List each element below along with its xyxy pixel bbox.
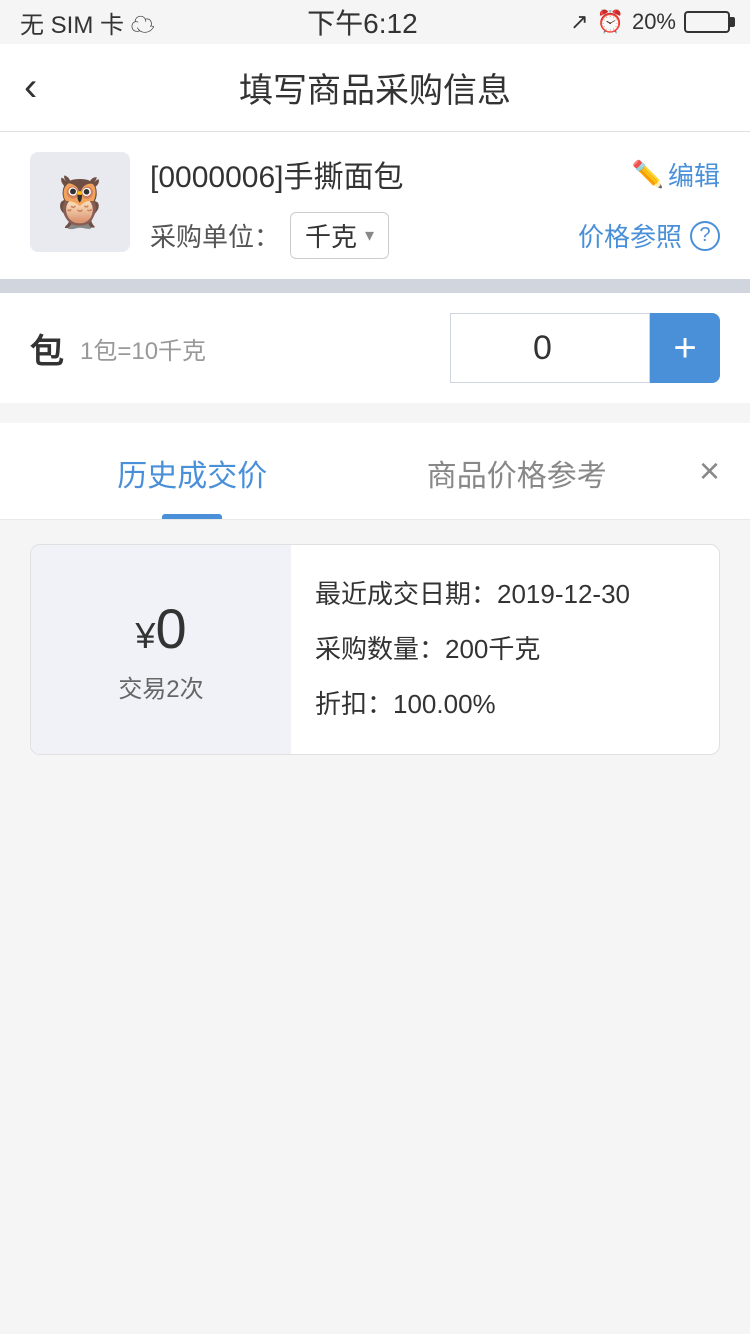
- product-info: [0000006]手撕面包 ✏️ 编辑 采购单位： 千克 ▾ 价格参照: [150, 152, 720, 259]
- quantity-label-group: 包 1包=10千克: [30, 324, 206, 373]
- battery-percent: 20%: [632, 9, 676, 35]
- discount-label: 折扣：: [315, 689, 393, 719]
- card-left-price: ¥0 交易2次: [31, 545, 291, 754]
- product-name-text: 手撕面包: [283, 161, 403, 194]
- tab-section: 历史成交价 商品价格参考 × ¥0 交易2次 最近成交日期：2019-12-30…: [0, 423, 750, 1220]
- no-sim-label: 无 SIM 卡 ☁: [20, 5, 155, 40]
- status-bar: 无 SIM 卡 ☁ 下午6:12 ↗ ⏰ 20%: [0, 0, 750, 44]
- product-thumbnail: 🦉: [30, 152, 130, 252]
- edit-button[interactable]: ✏️ 编辑: [632, 156, 720, 193]
- discount-row: 折扣：100.00%: [315, 685, 695, 724]
- purchase-qty-label: 采购数量：: [315, 634, 445, 664]
- product-icon: 🦉: [49, 173, 111, 232]
- card-price-display: ¥0: [135, 596, 186, 661]
- history-card-container: ¥0 交易2次 最近成交日期：2019-12-30 采购数量：200千克 折扣：…: [0, 520, 750, 779]
- status-time: 下午6:12: [307, 2, 418, 42]
- transaction-count: 交易2次: [118, 669, 203, 704]
- purchase-qty-value: 200千克: [445, 634, 540, 664]
- nav-bar: ‹ 填写商品采购信息: [0, 44, 750, 132]
- price-value: 0: [155, 597, 186, 660]
- quantity-plus-button[interactable]: +: [650, 313, 720, 383]
- unit-label: 采购单位：: [150, 217, 280, 254]
- discount-value: 100.00%: [393, 689, 496, 719]
- help-icon: ?: [690, 221, 720, 251]
- recent-date-value: 2019-12-30: [497, 579, 630, 609]
- location-icon: ↗: [570, 9, 588, 35]
- unit-value: 千克: [305, 217, 357, 254]
- alarm-icon: ⏰: [597, 9, 624, 35]
- tab-bar: 历史成交价 商品价格参考 ×: [0, 423, 750, 520]
- dropdown-arrow-icon: ▾: [365, 225, 374, 246]
- page-title: 填写商品采购信息: [239, 63, 511, 112]
- battery-icon: [684, 11, 730, 33]
- section-divider: [0, 279, 750, 293]
- tab-close-button[interactable]: ×: [679, 440, 720, 502]
- quantity-input[interactable]: [450, 313, 650, 383]
- quantity-hint: 1包=10千克: [80, 331, 206, 366]
- tab-price-reference[interactable]: 商品价格参考: [354, 423, 678, 519]
- unit-selector[interactable]: 千克 ▾: [290, 212, 389, 259]
- product-section: 🦉 [0000006]手撕面包 ✏️ 编辑 采购单位： 千克 ▾: [0, 132, 750, 279]
- tab-history-price[interactable]: 历史成交价: [30, 423, 354, 519]
- status-left: 无 SIM 卡 ☁: [20, 5, 155, 40]
- status-right: ↗ ⏰ 20%: [570, 9, 730, 35]
- price-reference-button[interactable]: 价格参照 ?: [578, 217, 720, 254]
- product-name: [0000006]手撕面包: [150, 152, 403, 196]
- product-id: [0000006]: [150, 161, 283, 194]
- quantity-input-group: +: [450, 313, 720, 383]
- edit-label: 编辑: [668, 156, 720, 193]
- price-ref-label: 价格参照: [578, 217, 682, 254]
- tab-content: ¥0 交易2次 最近成交日期：2019-12-30 采购数量：200千克 折扣：…: [0, 520, 750, 1220]
- recent-date-row: 最近成交日期：2019-12-30: [315, 575, 695, 614]
- quantity-section: 包 1包=10千克 +: [0, 293, 750, 403]
- quantity-unit-label: 包: [30, 324, 64, 373]
- back-button[interactable]: ‹: [24, 65, 37, 110]
- recent-date-label: 最近成交日期：: [315, 579, 497, 609]
- edit-icon: ✏️: [632, 159, 664, 190]
- purchase-qty-row: 采购数量：200千克: [315, 630, 695, 669]
- card-right-details: 最近成交日期：2019-12-30 采购数量：200千克 折扣：100.00%: [291, 545, 719, 754]
- history-card: ¥0 交易2次 最近成交日期：2019-12-30 采购数量：200千克 折扣：…: [30, 544, 720, 755]
- currency-symbol: ¥: [135, 615, 155, 656]
